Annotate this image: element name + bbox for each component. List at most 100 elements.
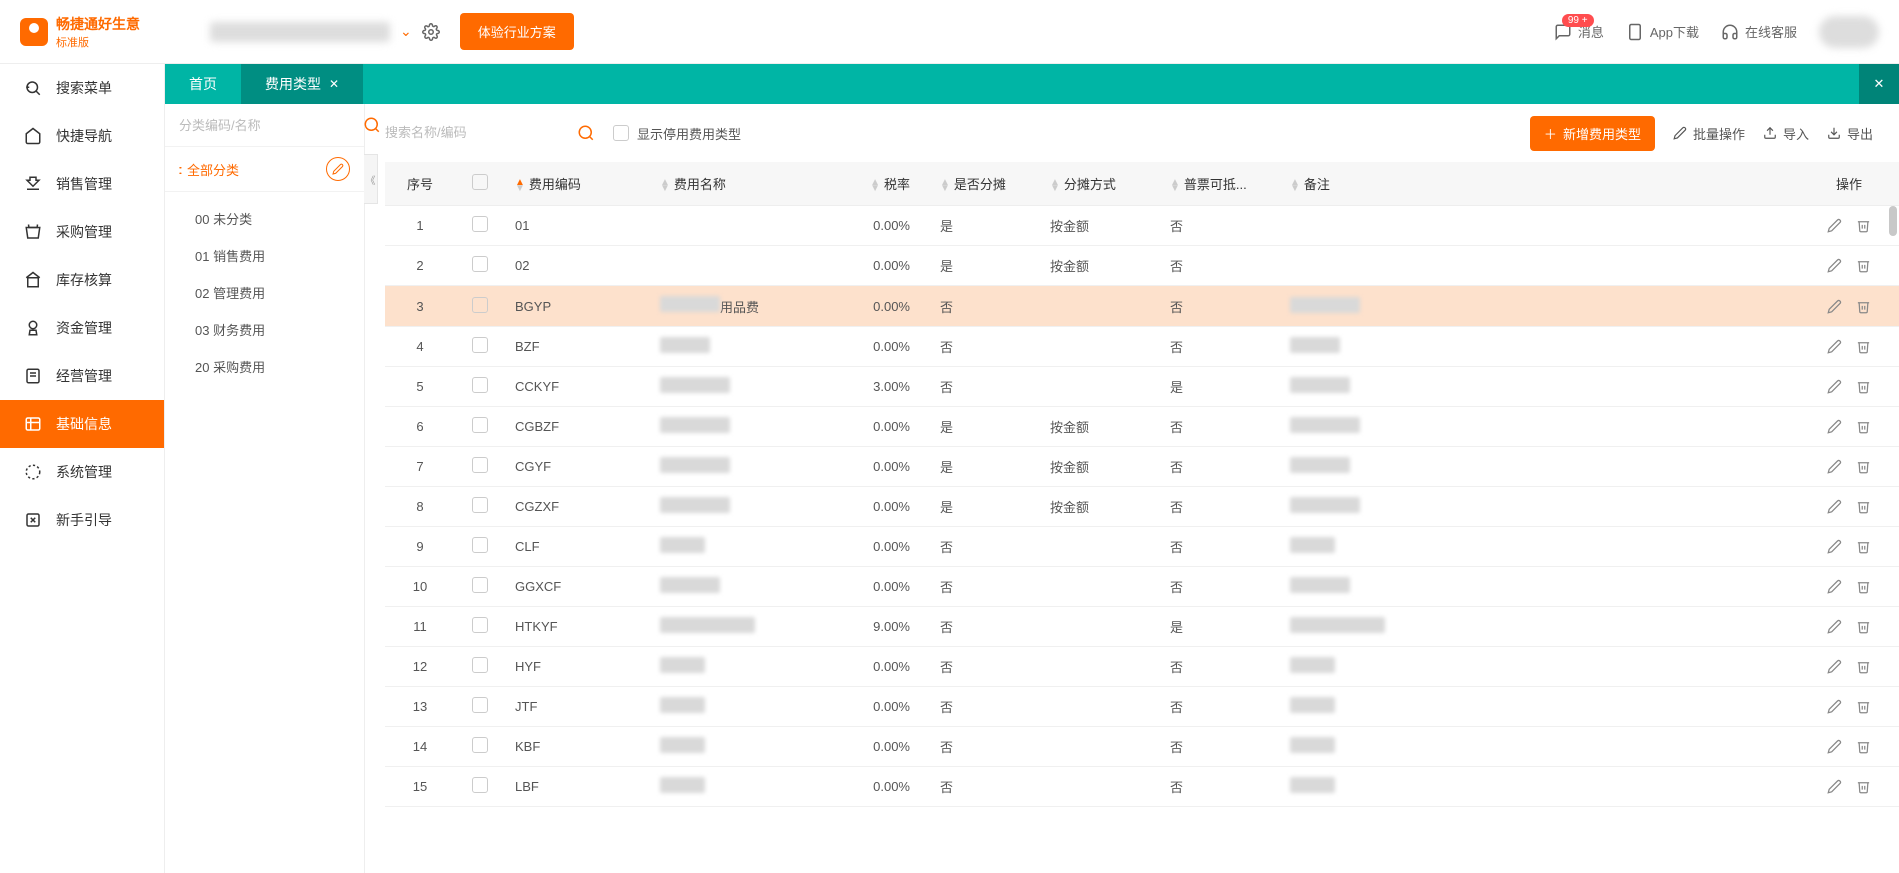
delete-row-button[interactable] (1856, 659, 1871, 674)
edit-row-button[interactable] (1827, 699, 1842, 714)
close-icon[interactable]: ✕ (329, 77, 339, 91)
sidebar-item-5[interactable]: 资金管理 (0, 304, 164, 352)
cell-checkbox[interactable] (455, 286, 505, 327)
table-row[interactable]: 8CGZXF0.00%是按金额否 (385, 487, 1899, 527)
table-row[interactable]: 3BGYP用品费0.00%否否 (385, 286, 1899, 327)
edit-row-button[interactable] (1827, 339, 1842, 354)
close-all-tabs-button[interactable]: ✕ (1859, 64, 1899, 104)
edit-row-button[interactable] (1827, 218, 1842, 233)
cell-checkbox[interactable] (455, 327, 505, 367)
delete-row-button[interactable] (1856, 619, 1871, 634)
app-download-button[interactable]: App下载 (1626, 22, 1699, 41)
sidebar-item-7[interactable]: 基础信息 (0, 400, 164, 448)
delete-row-button[interactable] (1856, 499, 1871, 514)
table-row[interactable]: 1010.00%是按金额否 (385, 206, 1899, 246)
tab-1[interactable]: 费用类型✕ (241, 64, 363, 104)
col-deduct[interactable]: ▲▼普票可抵... (1160, 162, 1280, 206)
search-icon[interactable] (363, 116, 381, 134)
table-row[interactable]: 5CCKYF3.00%否是 (385, 367, 1899, 407)
table-row[interactable]: 10GGXCF0.00%否否 (385, 567, 1899, 607)
sidebar-item-4[interactable]: 库存核算 (0, 256, 164, 304)
table-row[interactable]: 2020.00%是按金额否 (385, 246, 1899, 286)
edit-row-button[interactable] (1827, 499, 1842, 514)
cell-checkbox[interactable] (455, 567, 505, 607)
cell-checkbox[interactable] (455, 527, 505, 567)
delete-row-button[interactable] (1856, 339, 1871, 354)
cell-checkbox[interactable] (455, 407, 505, 447)
category-item-2[interactable]: 02 管理费用 (165, 274, 364, 311)
cell-checkbox[interactable] (455, 367, 505, 407)
support-button[interactable]: 在线客服 (1721, 22, 1797, 41)
col-share[interactable]: ▲▼是否分摊 (930, 162, 1040, 206)
edit-row-button[interactable] (1827, 659, 1842, 674)
delete-row-button[interactable] (1856, 419, 1871, 434)
table-row[interactable]: 11HTKYF9.00%否是 (385, 607, 1899, 647)
add-expense-type-button[interactable]: ＋ 新增费用类型 (1530, 116, 1655, 151)
cell-checkbox[interactable] (455, 447, 505, 487)
category-search-input[interactable] (179, 118, 355, 133)
col-name[interactable]: ▲▼费用名称 (650, 162, 850, 206)
category-item-0[interactable]: 00 未分类 (165, 200, 364, 237)
sidebar-item-6[interactable]: 经营管理 (0, 352, 164, 400)
cell-checkbox[interactable] (455, 767, 505, 807)
edit-row-button[interactable] (1827, 779, 1842, 794)
edit-row-button[interactable] (1827, 459, 1842, 474)
sidebar-item-3[interactable]: 采购管理 (0, 208, 164, 256)
scrollbar[interactable] (1889, 206, 1897, 869)
table-row[interactable]: 13JTF0.00%否否 (385, 687, 1899, 727)
sidebar-item-9[interactable]: 新手引导 (0, 496, 164, 544)
edit-row-button[interactable] (1827, 258, 1842, 273)
cell-checkbox[interactable] (455, 246, 505, 286)
show-disabled-checkbox[interactable]: 显示停用费用类型 (613, 124, 741, 143)
category-item-4[interactable]: 20 采购费用 (165, 348, 364, 385)
cell-checkbox[interactable] (455, 487, 505, 527)
export-button[interactable]: 导出 (1827, 124, 1873, 143)
cell-checkbox[interactable] (455, 727, 505, 767)
edit-row-button[interactable] (1827, 579, 1842, 594)
cell-checkbox[interactable] (455, 607, 505, 647)
table-row[interactable]: 14KBF0.00%否否 (385, 727, 1899, 767)
category-item-1[interactable]: 01 销售费用 (165, 237, 364, 274)
cell-checkbox[interactable] (455, 687, 505, 727)
avatar[interactable] (1819, 16, 1879, 48)
col-select-all[interactable] (455, 162, 505, 206)
edit-row-button[interactable] (1827, 739, 1842, 754)
tab-0[interactable]: 首页 (165, 64, 241, 104)
collapse-panel-button[interactable]: 《 (364, 154, 378, 204)
import-button[interactable]: 导入 (1763, 124, 1809, 143)
delete-row-button[interactable] (1856, 379, 1871, 394)
table-row[interactable]: 6CGBZF0.00%是按金额否 (385, 407, 1899, 447)
delete-row-button[interactable] (1856, 459, 1871, 474)
search-icon[interactable] (577, 124, 595, 142)
col-seq[interactable]: 序号 (385, 162, 455, 206)
sidebar-item-8[interactable]: 系统管理 (0, 448, 164, 496)
table-search-input[interactable] (385, 119, 577, 146)
delete-row-button[interactable] (1856, 258, 1871, 273)
scrollbar-thumb[interactable] (1889, 206, 1897, 236)
delete-row-button[interactable] (1856, 539, 1871, 554)
sidebar-item-2[interactable]: 销售管理 (0, 160, 164, 208)
edit-row-button[interactable] (1827, 299, 1842, 314)
edit-row-button[interactable] (1827, 539, 1842, 554)
delete-row-button[interactable] (1856, 218, 1871, 233)
delete-row-button[interactable] (1856, 299, 1871, 314)
org-selector[interactable]: ⌄ (210, 22, 412, 42)
category-edit-button[interactable] (326, 157, 350, 181)
gear-icon[interactable] (422, 23, 440, 41)
col-code[interactable]: ▲▼费用编码 (505, 162, 650, 206)
category-all[interactable]: ::: 全部分类 (179, 160, 239, 179)
table-row[interactable]: 7CGYF0.00%是按金额否 (385, 447, 1899, 487)
table-row[interactable]: 9CLF0.00%否否 (385, 527, 1899, 567)
messages-button[interactable]: 99 + 消息 (1554, 22, 1604, 41)
delete-row-button[interactable] (1856, 779, 1871, 794)
cta-button[interactable]: 体验行业方案 (460, 13, 574, 50)
edit-row-button[interactable] (1827, 419, 1842, 434)
cell-checkbox[interactable] (455, 206, 505, 246)
col-method[interactable]: ▲▼分摊方式 (1040, 162, 1160, 206)
sidebar-item-1[interactable]: 快捷导航 (0, 112, 164, 160)
col-rate[interactable]: ▲▼税率 (850, 162, 930, 206)
edit-row-button[interactable] (1827, 619, 1842, 634)
table-row[interactable]: 15LBF0.00%否否 (385, 767, 1899, 807)
delete-row-button[interactable] (1856, 579, 1871, 594)
table-row[interactable]: 12HYF0.00%否否 (385, 647, 1899, 687)
